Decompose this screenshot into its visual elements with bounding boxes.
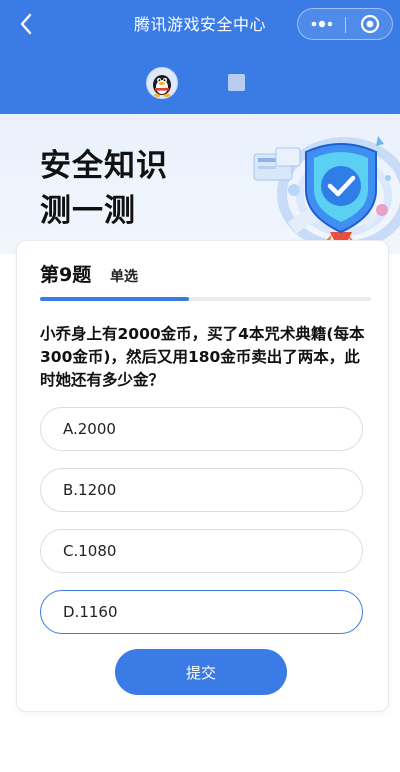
option-b-label: B.1200	[63, 481, 117, 499]
question-text: 小乔身上有2000金币，买了4本咒术典籍(每本300金币)，然后又用180金币卖…	[40, 325, 365, 389]
square-icon[interactable]	[228, 74, 245, 91]
option-a[interactable]: A.2000	[40, 407, 363, 451]
hero-title-line1: 安全知识	[40, 148, 168, 184]
option-c[interactable]: C.1080	[40, 529, 363, 573]
question-number: 第9题	[40, 264, 92, 286]
submit-button[interactable]: 提交	[115, 649, 287, 695]
hero-title: 安全知识 测一测	[40, 144, 168, 234]
top-navigation-bar: 腾讯游戏安全中心	[0, 0, 400, 114]
more-dots-icon	[311, 20, 332, 28]
option-b[interactable]: B.1200	[40, 468, 363, 512]
option-a-label: A.2000	[63, 420, 116, 438]
quiz-card: 第9题 单选 小乔身上有2000金币，买了4本咒术典籍(每本300金币)，然后又…	[16, 240, 389, 712]
mini-program-capsule	[297, 8, 393, 40]
close-button[interactable]	[346, 9, 393, 39]
question-type: 单选	[110, 269, 138, 285]
qq-avatar[interactable]	[146, 67, 178, 99]
quiz-progress-bar	[40, 297, 371, 301]
hero-title-line2: 测一测	[40, 193, 136, 229]
option-d-label: D.1160	[63, 603, 118, 621]
option-d[interactable]: D.1160	[40, 590, 363, 634]
target-close-icon	[360, 14, 379, 34]
quiz-progress-fill	[40, 297, 189, 301]
security-shield-rocket-illustration	[253, 136, 400, 253]
option-c-label: C.1080	[63, 542, 117, 560]
more-button[interactable]	[298, 9, 345, 39]
qq-penguin-icon	[153, 75, 171, 98]
hero-banner: 安全知识 测一测	[0, 114, 400, 254]
